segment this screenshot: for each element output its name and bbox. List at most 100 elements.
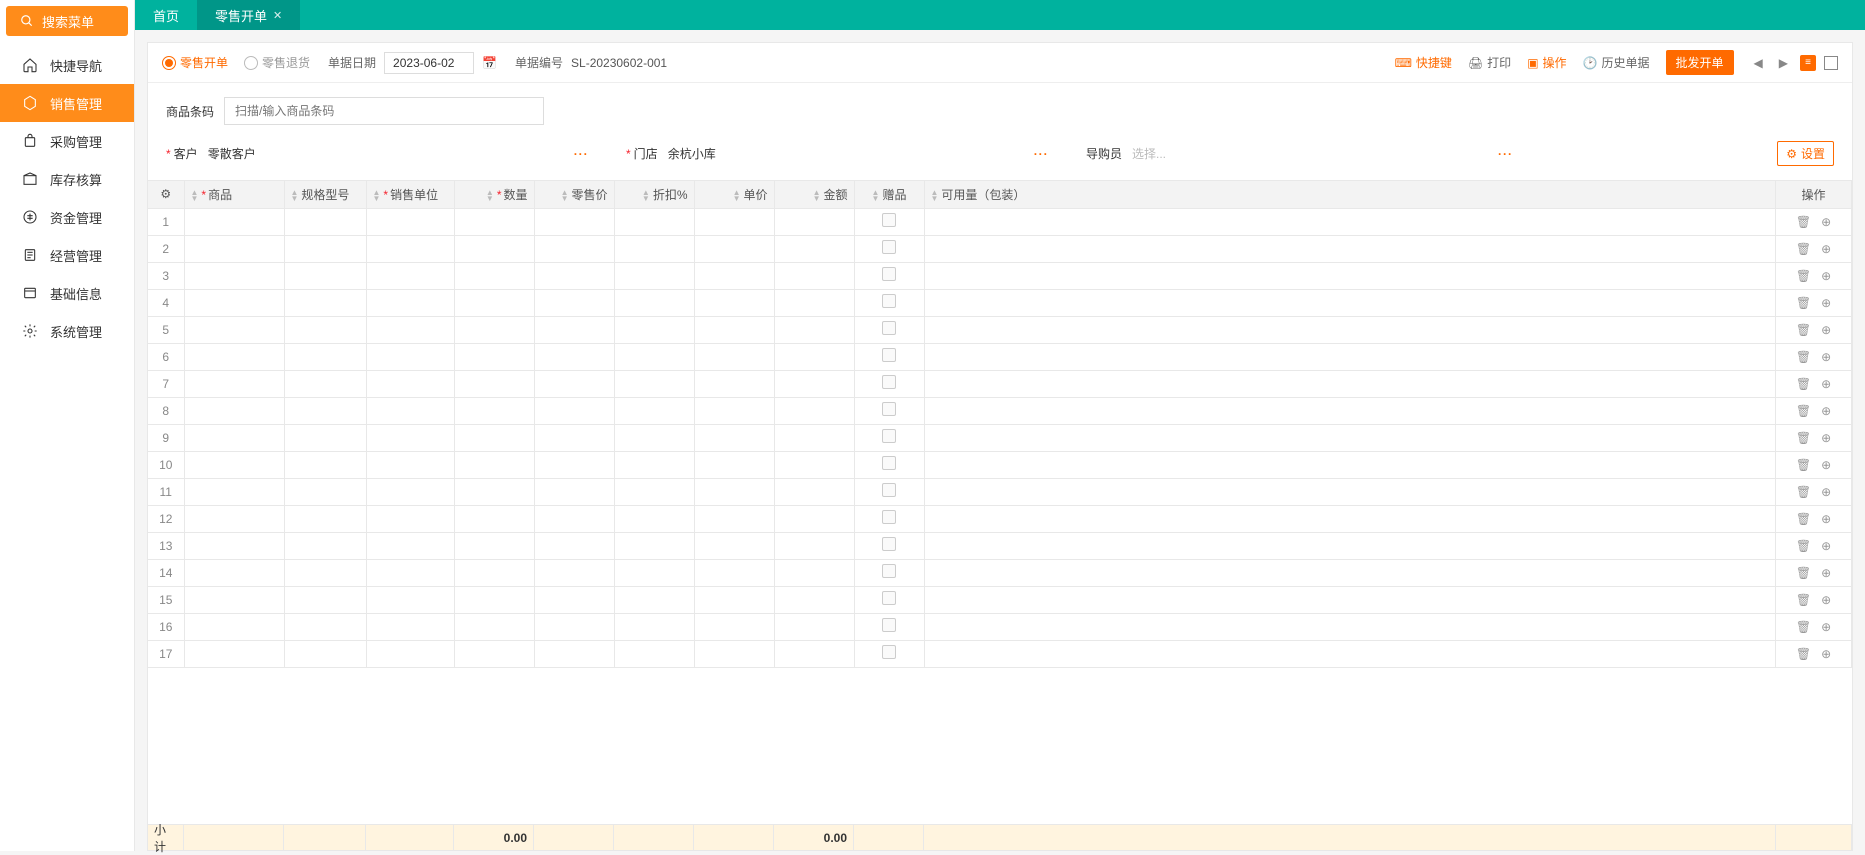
cell-retail-price[interactable] xyxy=(534,532,614,559)
cell-discount[interactable] xyxy=(614,640,694,667)
cell-spec[interactable] xyxy=(284,586,366,613)
table-row[interactable]: 8🗑⊕ xyxy=(148,397,1852,424)
cell-retail-price[interactable] xyxy=(534,586,614,613)
cell-amount[interactable] xyxy=(774,559,854,586)
cell-retail-price[interactable] xyxy=(534,613,614,640)
cell-unit-price[interactable] xyxy=(694,370,774,397)
delete-icon[interactable]: 🗑 xyxy=(1796,350,1811,364)
gift-checkbox[interactable] xyxy=(882,429,896,443)
th-discount[interactable]: 折扣% xyxy=(614,181,694,208)
cell-discount[interactable] xyxy=(614,343,694,370)
cell-unit[interactable] xyxy=(366,424,454,451)
cell-retail-price[interactable] xyxy=(534,370,614,397)
cell-discount[interactable] xyxy=(614,370,694,397)
sidebar-item-0[interactable]: 快捷导航 xyxy=(0,46,134,84)
customer-picker-icon[interactable]: ··· xyxy=(574,147,589,161)
insert-icon[interactable]: ⊕ xyxy=(1821,296,1831,310)
cell-qty[interactable] xyxy=(454,451,534,478)
delete-icon[interactable]: 🗑 xyxy=(1796,377,1811,391)
cell-unit[interactable] xyxy=(366,343,454,370)
gift-checkbox[interactable] xyxy=(882,483,896,497)
cell-spec[interactable] xyxy=(284,505,366,532)
calendar-icon[interactable]: 📅 xyxy=(482,56,497,70)
cell-spec[interactable] xyxy=(284,613,366,640)
table-row[interactable]: 12🗑⊕ xyxy=(148,505,1852,532)
settings-button[interactable]: ⚙ 设置 xyxy=(1777,141,1834,166)
cell-retail-price[interactable] xyxy=(534,262,614,289)
gift-checkbox[interactable] xyxy=(882,348,896,362)
bulk-order-button[interactable]: 批发开单 xyxy=(1666,50,1734,75)
cell-gift[interactable] xyxy=(854,451,924,478)
cell-unit[interactable] xyxy=(366,559,454,586)
gift-checkbox[interactable] xyxy=(882,375,896,389)
gift-checkbox[interactable] xyxy=(882,564,896,578)
insert-icon[interactable]: ⊕ xyxy=(1821,593,1831,607)
gift-checkbox[interactable] xyxy=(882,591,896,605)
store-picker-icon[interactable]: ··· xyxy=(1034,147,1049,161)
history-link[interactable]: 🕑 历史单据 xyxy=(1583,54,1650,71)
cell-qty[interactable] xyxy=(454,235,534,262)
cell-retail-price[interactable] xyxy=(534,424,614,451)
cell-qty[interactable] xyxy=(454,343,534,370)
cell-amount[interactable] xyxy=(774,262,854,289)
cell-spec[interactable] xyxy=(284,424,366,451)
radio-retail-return[interactable]: 零售退货 xyxy=(244,54,310,71)
cell-qty[interactable] xyxy=(454,532,534,559)
cell-qty[interactable] xyxy=(454,316,534,343)
cell-gift[interactable] xyxy=(854,532,924,559)
cell-spec[interactable] xyxy=(284,316,366,343)
delete-icon[interactable]: 🗑 xyxy=(1796,458,1811,472)
cell-product[interactable] xyxy=(184,370,284,397)
table-row[interactable]: 7🗑⊕ xyxy=(148,370,1852,397)
cell-amount[interactable] xyxy=(774,343,854,370)
cell-discount[interactable] xyxy=(614,505,694,532)
cell-discount[interactable] xyxy=(614,289,694,316)
cell-retail-price[interactable] xyxy=(534,559,614,586)
delete-icon[interactable]: 🗑 xyxy=(1796,566,1811,580)
cell-amount[interactable] xyxy=(774,424,854,451)
insert-icon[interactable]: ⊕ xyxy=(1821,431,1831,445)
cell-unit[interactable] xyxy=(366,532,454,559)
gift-checkbox[interactable] xyxy=(882,402,896,416)
cell-amount[interactable] xyxy=(774,316,854,343)
th-unit[interactable]: *销售单位 xyxy=(366,181,454,208)
insert-icon[interactable]: ⊕ xyxy=(1821,566,1831,580)
cell-unit[interactable] xyxy=(366,397,454,424)
insert-icon[interactable]: ⊕ xyxy=(1821,215,1831,229)
cell-amount[interactable] xyxy=(774,532,854,559)
table-row[interactable]: 14🗑⊕ xyxy=(148,559,1852,586)
tab-0[interactable]: 首页 xyxy=(135,0,197,30)
th-amount[interactable]: 金额 xyxy=(774,181,854,208)
table-row[interactable]: 17🗑⊕ xyxy=(148,640,1852,667)
cell-qty[interactable] xyxy=(454,640,534,667)
delete-icon[interactable]: 🗑 xyxy=(1796,296,1811,310)
cell-qty[interactable] xyxy=(454,505,534,532)
insert-icon[interactable]: ⊕ xyxy=(1821,377,1831,391)
insert-icon[interactable]: ⊕ xyxy=(1821,404,1831,418)
cell-product[interactable] xyxy=(184,559,284,586)
cell-product[interactable] xyxy=(184,262,284,289)
sidebar-item-3[interactable]: 库存核算 xyxy=(0,160,134,198)
cell-unit[interactable] xyxy=(366,505,454,532)
cell-spec[interactable] xyxy=(284,343,366,370)
sidebar-item-5[interactable]: 经营管理 xyxy=(0,236,134,274)
cell-amount[interactable] xyxy=(774,505,854,532)
expand-icon[interactable] xyxy=(1824,56,1838,70)
gift-checkbox[interactable] xyxy=(882,240,896,254)
cell-amount[interactable] xyxy=(774,451,854,478)
delete-icon[interactable]: 🗑 xyxy=(1796,323,1811,337)
cell-retail-price[interactable] xyxy=(534,397,614,424)
cell-discount[interactable] xyxy=(614,586,694,613)
cell-unit[interactable] xyxy=(366,235,454,262)
close-icon[interactable]: ✕ xyxy=(273,9,282,22)
cell-amount[interactable] xyxy=(774,586,854,613)
cell-discount[interactable] xyxy=(614,235,694,262)
cell-retail-price[interactable] xyxy=(534,343,614,370)
delete-icon[interactable]: 🗑 xyxy=(1796,431,1811,445)
guide-value[interactable]: 选择... xyxy=(1132,145,1492,162)
cell-product[interactable] xyxy=(184,505,284,532)
cell-spec[interactable] xyxy=(284,559,366,586)
cell-product[interactable] xyxy=(184,316,284,343)
cell-spec[interactable] xyxy=(284,208,366,235)
gift-checkbox[interactable] xyxy=(882,645,896,659)
